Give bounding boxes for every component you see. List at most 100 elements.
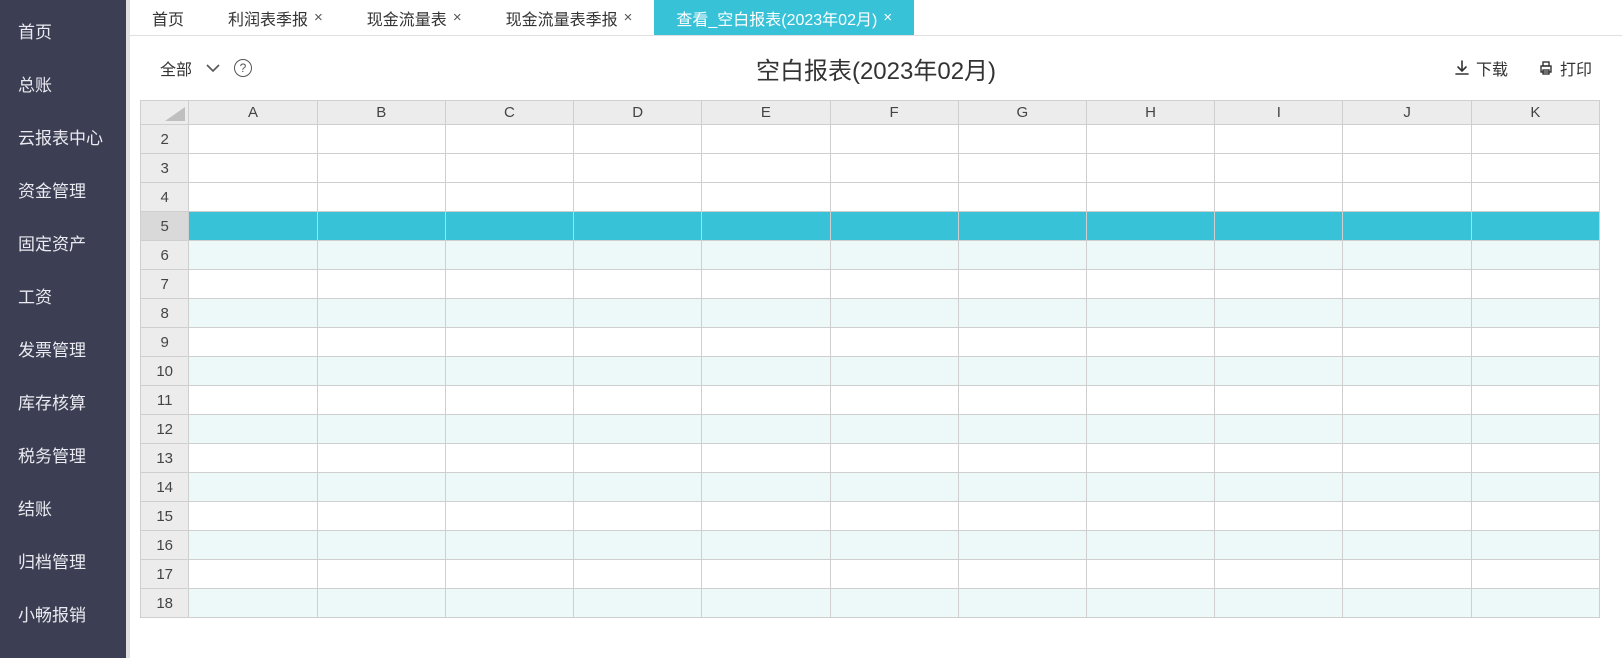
column-header[interactable]: F [830,101,958,125]
cell[interactable] [574,299,702,328]
cell[interactable] [702,125,830,154]
cell[interactable] [830,531,958,560]
cell[interactable] [1215,357,1343,386]
row-header[interactable]: 15 [141,502,189,531]
cell[interactable] [445,154,573,183]
cell[interactable] [1471,502,1599,531]
cell[interactable] [958,415,1086,444]
cell[interactable] [1086,212,1214,241]
cell[interactable] [830,241,958,270]
cell[interactable] [1343,444,1471,473]
cell[interactable] [1215,299,1343,328]
cell[interactable] [1086,154,1214,183]
cell[interactable] [958,386,1086,415]
cell[interactable] [445,560,573,589]
sidebar-item-cloud-reports[interactable]: 云报表中心 [0,110,126,163]
cell[interactable] [317,183,445,212]
cell[interactable] [1086,415,1214,444]
cell[interactable] [189,444,317,473]
cell[interactable] [574,589,702,618]
cell[interactable] [1086,560,1214,589]
cell[interactable] [1215,241,1343,270]
cell[interactable] [702,386,830,415]
close-icon[interactable]: × [883,9,892,26]
help-icon[interactable]: ? [234,59,252,77]
cell[interactable] [189,560,317,589]
cell[interactable] [958,473,1086,502]
cell[interactable] [574,531,702,560]
cell[interactable] [1471,183,1599,212]
cell[interactable] [958,299,1086,328]
cell[interactable] [830,125,958,154]
cell[interactable] [1086,299,1214,328]
cell[interactable] [189,589,317,618]
cell[interactable] [1086,444,1214,473]
cell[interactable] [830,473,958,502]
row-header[interactable]: 3 [141,154,189,183]
cell[interactable] [958,154,1086,183]
cell[interactable] [189,386,317,415]
cell[interactable] [1086,241,1214,270]
cell[interactable] [1343,531,1471,560]
cell[interactable] [574,444,702,473]
cell[interactable] [830,270,958,299]
cell[interactable] [445,415,573,444]
cell[interactable] [1086,531,1214,560]
cell[interactable] [1343,589,1471,618]
cell[interactable] [445,589,573,618]
cell[interactable] [1086,357,1214,386]
cell[interactable] [958,560,1086,589]
cell[interactable] [1086,589,1214,618]
download-button[interactable]: 下载 [1454,56,1508,80]
cell[interactable] [958,241,1086,270]
cell[interactable] [1343,154,1471,183]
cell[interactable] [189,357,317,386]
cell[interactable] [1471,560,1599,589]
cell[interactable] [445,502,573,531]
cell[interactable] [189,473,317,502]
cell[interactable] [1086,328,1214,357]
cell[interactable] [1471,589,1599,618]
row-header[interactable]: 13 [141,444,189,473]
cell[interactable] [189,270,317,299]
select-all-corner[interactable] [141,101,189,125]
cell[interactable] [958,328,1086,357]
row-header[interactable]: 10 [141,357,189,386]
column-header[interactable]: J [1343,101,1471,125]
cell[interactable] [445,531,573,560]
sidebar-item-invoice[interactable]: 发票管理 [0,322,126,375]
cell[interactable] [1343,183,1471,212]
tab-view-blank-report[interactable]: 查看_空白报表(2023年02月) × [654,0,914,35]
cell[interactable] [1215,125,1343,154]
cell[interactable] [1471,415,1599,444]
cell[interactable] [958,502,1086,531]
close-icon[interactable]: × [314,9,323,26]
cell[interactable] [830,299,958,328]
cell[interactable] [830,560,958,589]
cell[interactable] [317,502,445,531]
cell[interactable] [317,473,445,502]
cell[interactable] [1471,473,1599,502]
sidebar-item-expense[interactable]: 小畅报销 [0,587,126,640]
cell[interactable] [317,212,445,241]
print-button[interactable]: 打印 [1538,56,1592,80]
tab-home[interactable]: 首页 [130,0,206,35]
row-header[interactable]: 9 [141,328,189,357]
cell[interactable] [702,502,830,531]
cell[interactable] [702,270,830,299]
cell[interactable] [1343,299,1471,328]
cell[interactable] [1343,241,1471,270]
cell[interactable] [1215,560,1343,589]
cell[interactable] [1471,444,1599,473]
cell[interactable] [702,444,830,473]
cell[interactable] [702,560,830,589]
row-header[interactable]: 11 [141,386,189,415]
sidebar-item-home[interactable]: 首页 [0,4,126,57]
cell[interactable] [1215,386,1343,415]
cell[interactable] [574,212,702,241]
tab-cash-flow-quarterly[interactable]: 现金流量表季报 × [484,0,655,35]
cell[interactable] [317,589,445,618]
cell[interactable] [574,502,702,531]
cell[interactable] [702,415,830,444]
row-header[interactable]: 14 [141,473,189,502]
